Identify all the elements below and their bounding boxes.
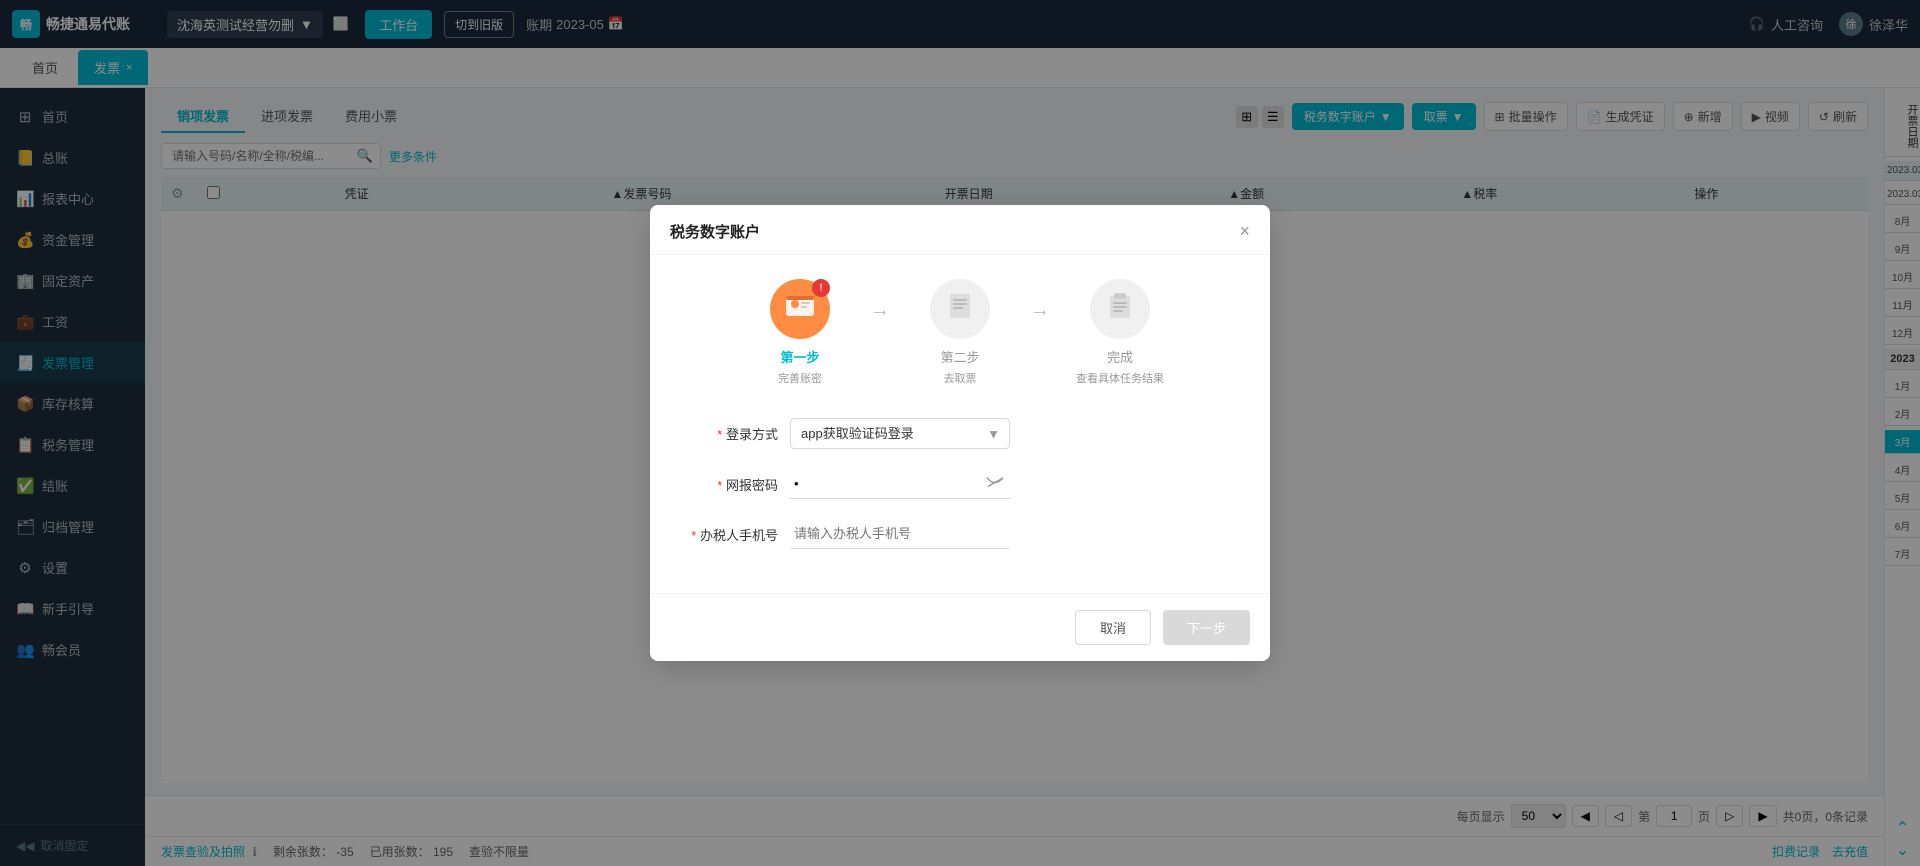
cancel-button[interactable]: 取消 xyxy=(1075,610,1151,645)
step1-label: 第一步 xyxy=(780,347,819,366)
password-control xyxy=(790,469,1230,499)
step-arrow-2: → xyxy=(1020,279,1060,322)
phone-row: * 办税人手机号 xyxy=(690,519,1230,549)
login-method-row: * 登录方式 app获取验证码登录 密码登录 ▼ xyxy=(690,418,1230,449)
password-input-wrapper xyxy=(790,469,1010,499)
step2-label: 第二步 xyxy=(940,347,979,366)
step-3: 完成 查看具体任务结果 xyxy=(1060,279,1180,386)
step3-desc: 查看具体任务结果 xyxy=(1076,370,1164,386)
steps-indicator: ! 第一步 完善账密 → xyxy=(690,279,1230,386)
step3-icon-wrap xyxy=(1090,279,1150,339)
step1-icon-wrap: ! xyxy=(770,279,830,339)
login-method-control: app获取验证码登录 密码登录 ▼ xyxy=(790,418,1230,449)
next-step-button[interactable]: 下一步 xyxy=(1163,610,1250,645)
modal-footer: 取消 下一步 xyxy=(650,593,1270,661)
step3-clipboard-icon xyxy=(1105,291,1135,328)
modal-overlay: 税务数字账户 × xyxy=(0,0,1920,866)
password-input[interactable] xyxy=(790,469,1010,499)
modal-header: 税务数字账户 × xyxy=(650,205,1270,255)
step-1: ! 第一步 完善账密 xyxy=(740,279,860,386)
modal-form: * 登录方式 app获取验证码登录 密码登录 ▼ xyxy=(690,418,1230,549)
password-toggle-icon[interactable] xyxy=(986,477,1004,492)
step2-icon-wrap xyxy=(930,279,990,339)
step1-desc: 完善账密 xyxy=(778,370,822,386)
step3-label: 完成 xyxy=(1107,347,1133,366)
step2-doc-icon xyxy=(945,291,975,328)
step2-desc: 去取票 xyxy=(944,370,977,386)
step-2: 第二步 去取票 xyxy=(900,279,1020,386)
phone-label: * 办税人手机号 xyxy=(690,525,790,544)
step-arrow-1: → xyxy=(860,279,900,322)
modal-title: 税务数字账户 xyxy=(670,221,760,242)
step1-error-badge: ! xyxy=(812,279,830,297)
tax-digital-modal: 税务数字账户 × xyxy=(650,205,1270,661)
login-method-select-wrapper: app获取验证码登录 密码登录 ▼ xyxy=(790,418,1010,449)
phone-control xyxy=(790,519,1230,549)
modal-close-button[interactable]: × xyxy=(1239,221,1250,242)
step1-person-icon xyxy=(784,290,816,329)
login-method-select[interactable]: app获取验证码登录 密码登录 xyxy=(790,418,1010,449)
phone-input[interactable] xyxy=(790,519,1010,549)
modal-body: ! 第一步 完善账密 → xyxy=(650,255,1270,593)
password-label: * 网报密码 xyxy=(690,475,790,494)
login-method-label: * 登录方式 xyxy=(690,424,790,443)
password-row: * 网报密码 xyxy=(690,469,1230,499)
